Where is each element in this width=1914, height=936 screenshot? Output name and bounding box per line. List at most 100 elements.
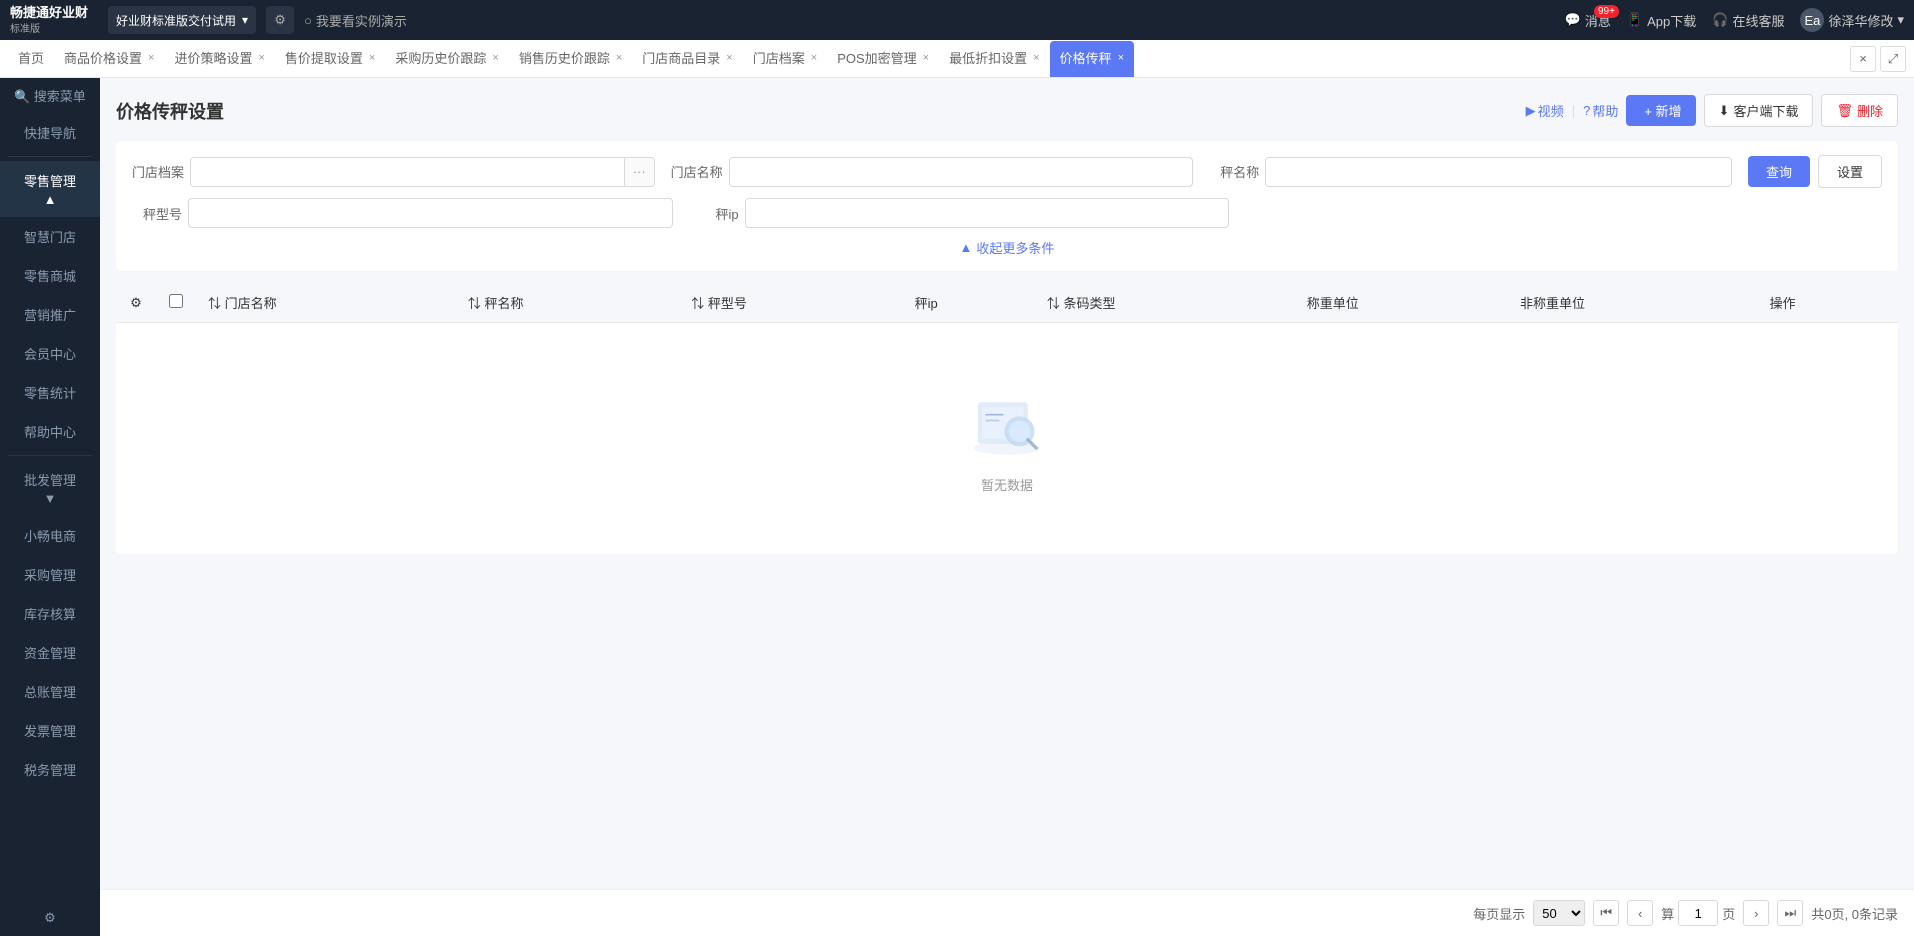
app-download-button[interactable]: 📱 App下载 <box>1627 11 1696 30</box>
sidebar-item-retail-mall[interactable]: 零售商城 <box>0 256 100 295</box>
page-info: 算 页 <box>1661 900 1735 926</box>
filter-store-name: 门店名称 <box>671 157 1194 187</box>
search-menu-button[interactable]: 🔍 搜索菜单 <box>0 78 100 113</box>
retail-stats-label: 零售统计 <box>24 383 76 402</box>
tab-close-icon[interactable]: × <box>726 52 732 64</box>
sidebar-item-retail-mgmt[interactable]: 零售管理 ▲ <box>0 161 100 217</box>
sidebar-item-invoice[interactable]: 发票管理 <box>0 711 100 750</box>
inventory-label: 库存核算 <box>24 604 76 623</box>
version-select[interactable]: 好业财标准版交付试用 ▾ <box>108 6 256 34</box>
settings-icon[interactable]: ⚙ <box>266 6 294 34</box>
headset-icon: 🎧 <box>1712 12 1728 28</box>
th-checkbox[interactable] <box>156 283 196 323</box>
tab-purchase-strategy[interactable]: 进价策略设置 × <box>164 41 274 77</box>
select-all-checkbox[interactable] <box>169 294 183 308</box>
tab-sale-history[interactable]: 销售历史价跟踪 × <box>509 41 632 77</box>
prev-page-button[interactable]: ‹ <box>1627 900 1653 926</box>
tab-store-profile[interactable]: 门店档案 × <box>743 41 827 77</box>
help-link[interactable]: ? 帮助 <box>1583 101 1618 120</box>
main-layout: 🔍 搜索菜单 快捷导航 零售管理 ▲ 智慧门店 零售商城 营销推广 会员中心 零… <box>0 78 1914 936</box>
tab-close-icon[interactable]: × <box>811 52 817 64</box>
first-page-button[interactable]: ⏮ <box>1593 900 1619 926</box>
set-button[interactable]: 设置 <box>1818 155 1882 188</box>
page-number-input[interactable] <box>1678 900 1718 926</box>
demo-button[interactable]: ○ 我要看实例演示 <box>304 11 407 30</box>
sidebar-item-tax[interactable]: 税务管理 <box>0 750 100 789</box>
sidebar-item-member[interactable]: 会员中心 <box>0 334 100 373</box>
tab-purchase-history[interactable]: 采购历史价跟踪 × <box>385 41 508 77</box>
query-button[interactable]: 查询 <box>1748 156 1810 187</box>
tab-close-icon[interactable]: × <box>369 52 375 64</box>
th-barcode-type[interactable]: ⇅ 条码类型 <box>1035 283 1295 323</box>
collapse-button[interactable]: ▲ 收起更多条件 <box>132 238 1882 257</box>
sidebar-item-inventory[interactable]: 库存核算 <box>0 594 100 633</box>
tab-close-icon[interactable]: × <box>258 52 264 64</box>
download-button[interactable]: ⬇ 客户端下载 <box>1704 94 1814 127</box>
sidebar-item-purchase[interactable]: 采购管理 <box>0 555 100 594</box>
th-store-name[interactable]: ⇅ 门店名称 <box>196 283 456 323</box>
last-page-button[interactable]: ⏭ <box>1777 900 1803 926</box>
sidebar-item-finance[interactable]: 资金管理 <box>0 633 100 672</box>
next-page-button[interactable]: › <box>1743 900 1769 926</box>
pagination-bar: 每页显示 50 10 20 100 ⏮ ‹ 算 页 › ⏭ 共0页, 0条记录 <box>100 889 1914 936</box>
chevron-up-icon: ▲ <box>44 192 57 207</box>
sidebar-item-quick-nav[interactable]: 快捷导航 <box>0 113 100 152</box>
help-label: 帮助中心 <box>24 422 76 441</box>
store-name-input[interactable] <box>729 157 1194 187</box>
sidebar-item-smart-store[interactable]: 智慧门店 <box>0 217 100 256</box>
tab-close-icon[interactable]: × <box>923 52 929 64</box>
store-profile-dots-button[interactable]: ··· <box>625 157 655 187</box>
video-link[interactable]: ▶ 视频 <box>1526 101 1564 120</box>
tab-close-icon[interactable]: × <box>148 52 154 64</box>
sidebar-item-help[interactable]: 帮助中心 <box>0 412 100 451</box>
empty-illustration <box>957 383 1057 463</box>
search-icon: 🔍 <box>14 89 30 104</box>
tab-close-window-button[interactable]: × <box>1850 46 1876 72</box>
sidebar-item-ledger[interactable]: 总账管理 <box>0 672 100 711</box>
th-scale-name[interactable]: ⇅ 秤名称 <box>456 283 679 323</box>
tab-sale-extract[interactable]: 售价提取设置 × <box>275 41 385 77</box>
scale-model-input[interactable] <box>188 198 673 228</box>
tab-pos-encrypt[interactable]: POS加密管理 × <box>827 41 939 77</box>
scale-ip-input[interactable] <box>745 198 1230 228</box>
scale-name-input[interactable] <box>1265 157 1732 187</box>
tab-home[interactable]: 首页 <box>8 41 54 77</box>
sidebar-item-ecommerce[interactable]: 小畅电商 <box>0 516 100 555</box>
store-profile-input-wrap: ··· <box>190 157 655 187</box>
tab-close-icon[interactable]: × <box>492 52 498 64</box>
column-settings-icon[interactable]: ⚙ <box>130 295 142 310</box>
online-service-button[interactable]: 🎧 在线客服 <box>1712 11 1784 30</box>
tab-close-icon[interactable]: × <box>1118 52 1124 64</box>
page-size-label: 每页显示 <box>1473 904 1525 923</box>
sidebar-item-wholesale[interactable]: 批发管理 ▼ <box>0 460 100 516</box>
delete-button[interactable]: 🗑 删除 <box>1821 94 1898 127</box>
sidebar-gear-icon: ⚙ <box>44 910 56 925</box>
sidebar-item-retail-stats[interactable]: 零售统计 <box>0 373 100 412</box>
filter-row-2: 秤型号 秤ip <box>132 198 1882 228</box>
th-settings[interactable]: ⚙ <box>116 283 156 323</box>
th-operation: 操作 <box>1758 283 1898 323</box>
content-area: 价格传秤设置 ▶ 视频 | ? 帮助 + 新增 <box>100 78 1914 936</box>
message-button[interactable]: 💬 消息 99+ <box>1565 11 1611 30</box>
tab-min-discount[interactable]: 最低折扣设置 × <box>939 41 1049 77</box>
sidebar-divider <box>8 156 92 157</box>
tab-maximize-button[interactable]: ⤢ <box>1880 46 1906 72</box>
tab-goods-price[interactable]: 商品价格设置 × <box>54 41 164 77</box>
store-name-label: 门店名称 <box>671 162 723 181</box>
th-scale-model[interactable]: ⇅ 秤型号 <box>679 283 902 323</box>
tab-store-catalog[interactable]: 门店商品目录 × <box>632 41 742 77</box>
data-table: ⚙ ⇅ 门店名称 ⇅ 秤名称 <box>116 283 1898 323</box>
page-actions: ▶ 视频 | ? 帮助 + 新增 ⬇ 客户端下载 <box>1526 94 1898 127</box>
user-area[interactable]: Ea 徐泽华修改 ▾ <box>1800 8 1904 32</box>
page-size-select[interactable]: 50 10 20 100 <box>1533 900 1585 926</box>
sidebar-settings-button[interactable]: ⚙ <box>0 900 100 936</box>
tab-close-icon[interactable]: × <box>616 52 622 64</box>
tab-end-buttons: × ⤢ <box>1850 46 1906 72</box>
tab-price-scale[interactable]: 价格传秤 × <box>1050 41 1134 77</box>
tab-close-icon[interactable]: × <box>1033 52 1039 64</box>
sidebar-item-marketing[interactable]: 营销推广 <box>0 295 100 334</box>
add-button[interactable]: + 新增 <box>1626 95 1695 126</box>
empty-state: 暂无数据 <box>116 323 1898 554</box>
store-profile-input[interactable] <box>190 157 625 187</box>
tab-home-label: 首页 <box>18 48 44 67</box>
